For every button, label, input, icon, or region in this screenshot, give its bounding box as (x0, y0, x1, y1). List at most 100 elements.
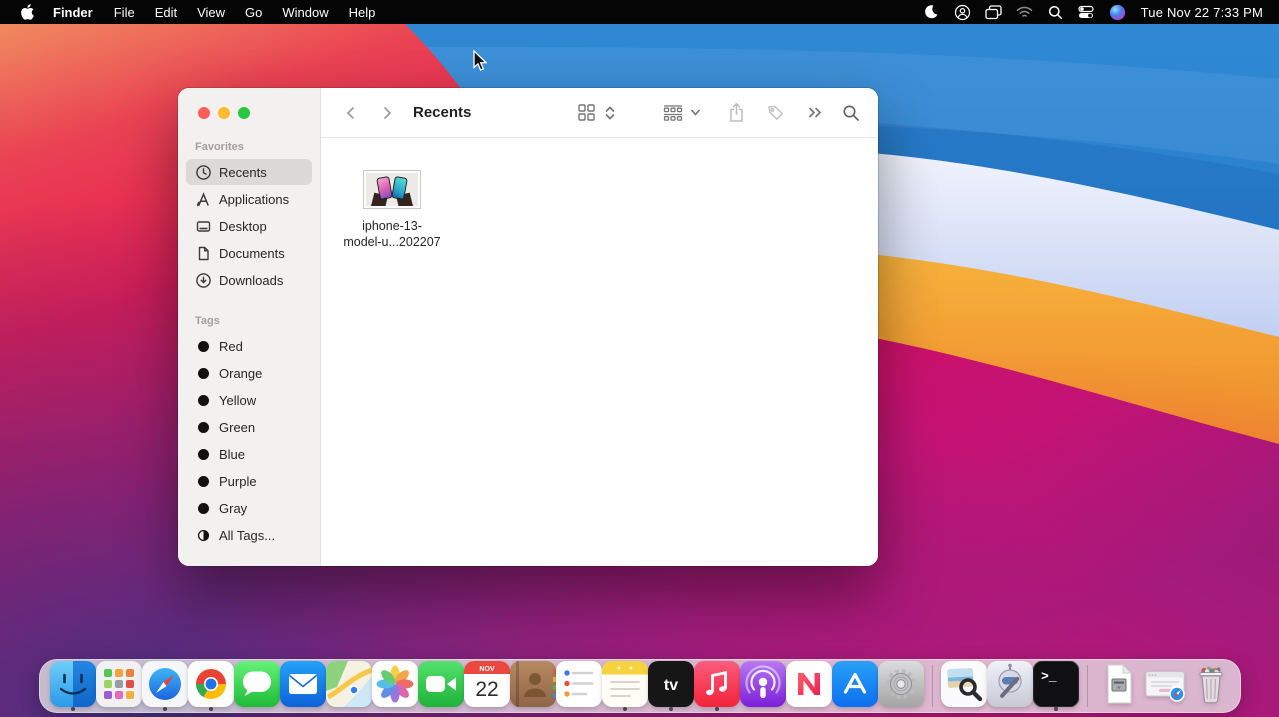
running-indicator (1054, 707, 1058, 711)
maps-icon (326, 661, 372, 707)
dock-item-tv[interactable]: tv (648, 660, 694, 712)
menu-file[interactable]: File (104, 0, 145, 24)
tag-label: Orange (219, 366, 262, 381)
wifi-icon[interactable] (1009, 0, 1040, 24)
dock-item-terminal[interactable]: >_ (1033, 660, 1079, 712)
search-button[interactable] (836, 98, 866, 128)
control-center-icon[interactable] (1071, 0, 1102, 24)
tag-button[interactable] (760, 98, 791, 128)
menu-go[interactable]: Go (235, 0, 272, 24)
screen-mirroring-icon[interactable] (978, 0, 1009, 24)
search-icon (842, 104, 860, 122)
sidebar-item-downloads[interactable]: Downloads (186, 267, 312, 293)
dock-item-photos[interactable] (372, 660, 418, 712)
menu-window[interactable]: Window (272, 0, 338, 24)
menu-finder[interactable]: Finder (42, 0, 104, 24)
menu-view[interactable]: View (187, 0, 235, 24)
news-icon (786, 661, 832, 707)
sidebar-item-applications[interactable]: Applications (186, 186, 312, 212)
siri-icon[interactable] (1102, 0, 1133, 24)
finder-icon (50, 661, 96, 707)
traffic-lights (178, 107, 320, 119)
view-sort-button[interactable] (602, 98, 622, 128)
sidebar-item-documents[interactable]: Documents (186, 240, 312, 266)
sidebar-tag-yellow[interactable]: Yellow (186, 387, 312, 413)
close-button[interactable] (198, 107, 210, 119)
dock-item-podcasts[interactable] (740, 660, 786, 712)
dock-item-app-store[interactable] (832, 660, 878, 712)
notes-icon (602, 661, 648, 707)
dock-item-calendar[interactable]: NOV 22 (464, 660, 510, 712)
apple-menu[interactable] (12, 4, 42, 20)
share-button[interactable] (721, 98, 752, 128)
zoom-button[interactable] (238, 107, 250, 119)
forward-button[interactable] (373, 99, 401, 127)
dock-item-finder[interactable] (50, 660, 96, 712)
icon-view-button[interactable] (571, 98, 602, 128)
back-button[interactable] (337, 99, 365, 127)
document-icon (195, 245, 212, 262)
dock-item-mail[interactable] (280, 660, 326, 712)
podcasts-icon (740, 661, 786, 707)
svg-text:>_: >_ (1041, 669, 1057, 684)
dock-item-safari[interactable] (142, 660, 188, 712)
dock-item-maps[interactable] (326, 660, 372, 712)
grid-view-icon (577, 103, 596, 122)
tag-label: Green (219, 420, 255, 435)
mouse-cursor (472, 50, 487, 72)
minimize-button[interactable] (218, 107, 230, 119)
chevron-down-icon (690, 107, 701, 118)
dock-item-dmg-file[interactable] (1096, 660, 1142, 712)
dock-item-launchpad[interactable] (96, 660, 142, 712)
tag-dot-icon (198, 503, 209, 514)
sidebar-item-label: Applications (219, 192, 289, 207)
spotlight-search-icon[interactable] (1040, 0, 1071, 24)
thumbnail-art (376, 176, 393, 200)
dock-item-facetime[interactable] (418, 660, 464, 712)
apple-logo-icon (21, 4, 34, 20)
dock-item-notes[interactable] (602, 660, 648, 712)
trash-full-icon (1188, 661, 1234, 707)
finder-sidebar: Favorites Recents Applications Desktop (178, 88, 321, 566)
menu-bar-clock[interactable]: Tue Nov 22 7:33 PM (1133, 5, 1269, 20)
sort-chevrons-icon (604, 105, 616, 121)
safari-icon (142, 661, 188, 707)
dock-item-news[interactable] (786, 660, 832, 712)
sidebar-item-recents[interactable]: Recents (186, 159, 312, 185)
file-item[interactable]: iphone-13- model-u...202207 (333, 170, 451, 250)
sidebar-tag-purple[interactable]: Purple (186, 468, 312, 494)
menu-bar: Finder File Edit View Go Window Help (0, 0, 1279, 24)
dock-item-automator[interactable] (987, 660, 1033, 712)
dock-item-trash[interactable] (1188, 660, 1234, 712)
dock-item-system-preferences[interactable] (878, 660, 924, 712)
sidebar-tag-green[interactable]: Green (186, 414, 312, 440)
share-icon (727, 102, 746, 123)
dock-item-preview[interactable] (941, 660, 987, 712)
menu-help[interactable]: Help (339, 0, 386, 24)
sidebar-all-tags[interactable]: All Tags... (186, 522, 312, 548)
running-indicator (715, 707, 719, 711)
chevron-left-icon (342, 104, 360, 122)
sidebar-tag-blue[interactable]: Blue (186, 441, 312, 467)
dock-item-minimized-window[interactable] (1142, 660, 1188, 712)
dock-item-reminders[interactable] (556, 660, 602, 712)
user-account-icon[interactable] (947, 0, 978, 24)
sidebar-tag-orange[interactable]: Orange (186, 360, 312, 386)
group-by-button[interactable] (656, 98, 690, 128)
dock-item-chrome[interactable] (188, 660, 234, 712)
running-indicator (71, 707, 75, 711)
sidebar-tag-gray[interactable]: Gray (186, 495, 312, 521)
do-not-disturb-icon[interactable] (916, 0, 947, 24)
dock-item-messages[interactable] (234, 660, 280, 712)
applications-icon (195, 191, 212, 208)
dock-item-contacts[interactable] (510, 660, 556, 712)
sidebar-item-desktop[interactable]: Desktop (186, 213, 312, 239)
desktop: Finder File Edit View Go Window Help (0, 0, 1279, 717)
group-by-chevron[interactable] (690, 98, 707, 128)
sidebar-item-label: Recents (219, 165, 267, 180)
more-toolbar-button[interactable] (801, 98, 830, 128)
dock-item-music[interactable] (694, 660, 740, 712)
menu-edit[interactable]: Edit (145, 0, 187, 24)
svg-text:NOV: NOV (479, 666, 495, 673)
sidebar-tag-red[interactable]: Red (186, 333, 312, 359)
